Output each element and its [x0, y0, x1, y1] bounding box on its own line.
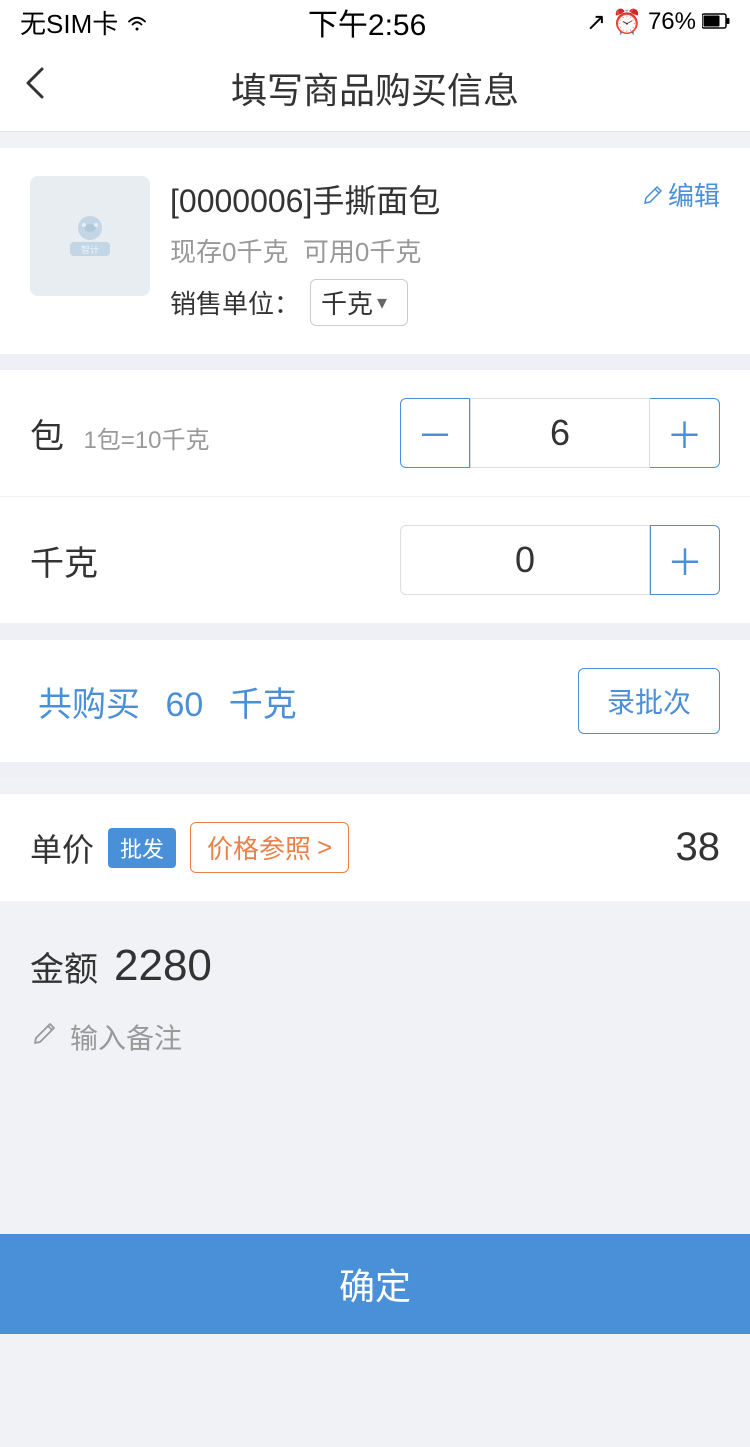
pencil-icon [30, 1020, 58, 1055]
separator-2 [0, 624, 750, 640]
amount-section: 金额 2280 输入备注 [0, 901, 750, 1087]
product-name: [0000006]手撕面包 [170, 176, 440, 222]
price-label: 单价 [30, 825, 94, 871]
wifi-icon [126, 7, 148, 38]
price-section: 单价 批发 价格参照 > 38 [0, 794, 750, 901]
package-controls: － ＋ [400, 398, 720, 468]
status-bar: 无SIM卡 下午2:56 ↗ ⏰ 76% [0, 0, 750, 44]
package-increment-button[interactable]: ＋ [650, 398, 720, 468]
package-sub-label: 1包=10千克 [83, 427, 209, 454]
product-thumbnail: 智计 [30, 176, 150, 296]
confirm-label: 确定 [339, 1258, 411, 1310]
kg-increment-button[interactable]: ＋ [650, 525, 720, 595]
kg-controls: ＋ [400, 525, 720, 595]
remark-label: 输入备注 [70, 1017, 182, 1057]
package-decrement-button[interactable]: － [400, 398, 470, 468]
product-unit: 销售单位： 千克 ▾ [170, 279, 720, 326]
amount-row: 金额 2280 [30, 931, 720, 1001]
status-right-icons: ↗ ⏰ 76% [586, 8, 730, 37]
kg-input[interactable] [400, 525, 650, 595]
battery-icon [702, 8, 730, 36]
product-stock: 现存0千克 可用0千克 [170, 232, 720, 269]
summary-text: 共购买 60 千克 [30, 677, 305, 726]
separator-1 [0, 354, 750, 370]
carrier-text: 无SIM卡 [20, 4, 118, 41]
status-carrier: 无SIM卡 [20, 4, 148, 41]
unit-select[interactable]: 千克 ▾ [310, 279, 408, 326]
nav-bar: 填写商品购买信息 [0, 44, 750, 132]
price-ref-button[interactable]: 价格参照 > [190, 822, 349, 873]
alarm-icon: ⏰ [612, 8, 642, 37]
product-info: [0000006]手撕面包 编辑 现存0千克 可用0千克 销售单位： 千克 ▾ [170, 176, 720, 326]
remark-row[interactable]: 输入备注 [30, 1001, 720, 1087]
back-button[interactable] [24, 65, 46, 110]
status-time: 下午2:56 [308, 0, 426, 44]
price-tag: 批发 [108, 828, 176, 868]
batch-button[interactable]: 录批次 [578, 668, 720, 734]
kg-label: 千克 [30, 536, 400, 585]
separator-3 [0, 762, 750, 778]
summary-row: 共购买 60 千克 录批次 [0, 640, 750, 762]
svg-text:智计: 智计 [81, 244, 99, 255]
kg-section: 千克 ＋ [0, 497, 750, 624]
location-icon: ↗ [586, 8, 606, 37]
edit-button[interactable]: 编辑 [642, 176, 720, 213]
product-card: 智计 [0000006]手撕面包 编辑 现存0千克 可用0千克 销售单位： 千克… [0, 148, 750, 354]
package-input[interactable] [470, 398, 650, 468]
amount-value: 2280 [114, 941, 212, 991]
confirm-button[interactable]: 确定 [0, 1234, 750, 1334]
package-row: 包 1包=10千克 － ＋ [0, 370, 750, 497]
kg-row: 千克 ＋ [0, 497, 750, 624]
package-label: 包 1包=10千克 [30, 409, 400, 458]
page-title: 填写商品购买信息 [231, 62, 519, 114]
battery-text: 76% [648, 8, 696, 36]
amount-label: 金额 [30, 942, 98, 991]
package-section: 包 1包=10千克 － ＋ [0, 370, 750, 497]
price-value: 38 [676, 825, 721, 870]
